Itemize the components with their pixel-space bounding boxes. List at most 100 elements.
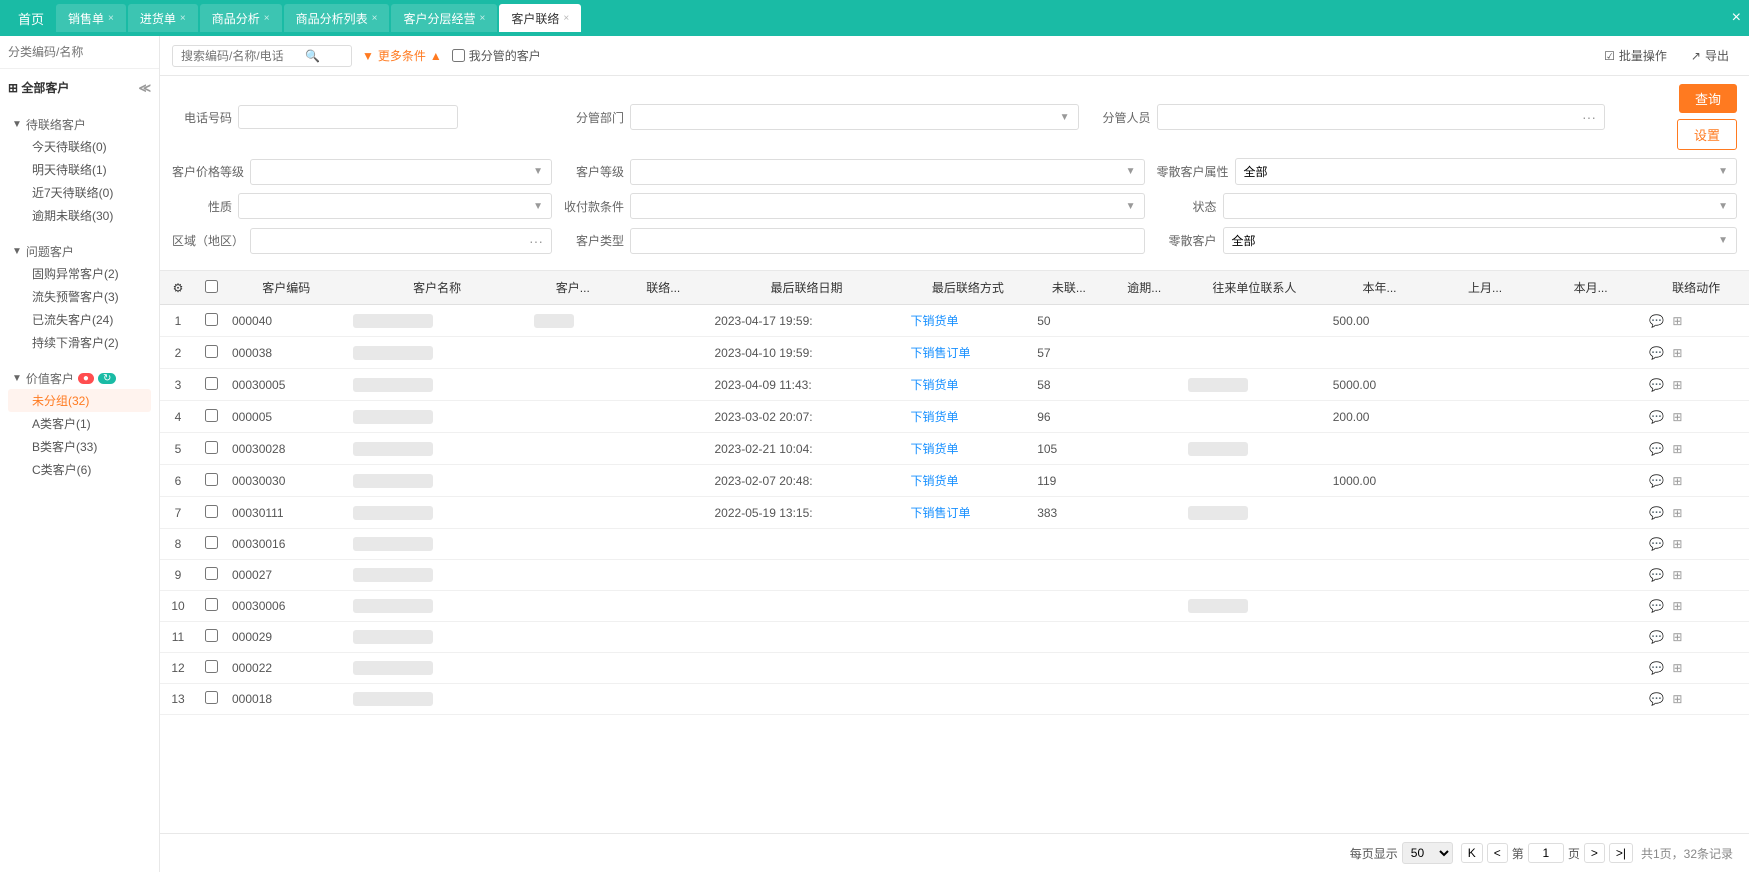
nature-select[interactable]: ▼ xyxy=(238,193,552,219)
phone-input[interactable] xyxy=(238,105,458,129)
reset-button[interactable]: 设置 xyxy=(1677,119,1737,150)
row-checkbox[interactable] xyxy=(205,409,218,422)
sidebar-item-class-a[interactable]: A类客户(1) xyxy=(8,412,151,435)
cell-check[interactable] xyxy=(196,653,226,684)
more-icon[interactable]: ⊞ xyxy=(1672,692,1682,706)
close-icon[interactable]: × xyxy=(108,13,114,24)
tab-purchase-order[interactable]: 进货单 × xyxy=(128,4,198,32)
th-settings[interactable]: ⚙ xyxy=(160,271,196,305)
grade-select[interactable]: ▼ xyxy=(630,159,1145,185)
my-customers-check[interactable] xyxy=(452,49,465,62)
contact-icon[interactable]: 💬 xyxy=(1649,314,1664,328)
contact-icon[interactable]: 💬 xyxy=(1649,661,1664,675)
row-checkbox[interactable] xyxy=(205,691,218,704)
tab-product-analysis-list[interactable]: 商品分析列表 × xyxy=(284,4,390,32)
page-number-input[interactable] xyxy=(1528,843,1564,863)
cell-check[interactable] xyxy=(196,433,226,465)
cell-way[interactable]: 下销货单 xyxy=(905,305,1032,337)
sidebar-item-churned[interactable]: 已流失客户(24) xyxy=(8,308,151,331)
staff-dots-icon[interactable]: ··· xyxy=(1582,109,1596,125)
way-link[interactable]: 下销货单 xyxy=(911,314,959,328)
contact-icon[interactable]: 💬 xyxy=(1649,410,1664,424)
more-icon[interactable]: ⊞ xyxy=(1672,568,1682,582)
query-button[interactable]: 查询 xyxy=(1679,84,1737,113)
contact-icon[interactable]: 💬 xyxy=(1649,442,1664,456)
more-icon[interactable]: ⊞ xyxy=(1672,442,1682,456)
problem-group-label[interactable]: ▼ 问题客户 xyxy=(8,239,151,262)
dept-select[interactable]: ▼ xyxy=(630,104,1079,130)
contact-icon[interactable]: 💬 xyxy=(1649,474,1664,488)
contact-icon[interactable]: 💬 xyxy=(1649,378,1664,392)
staff-select[interactable]: ··· xyxy=(1157,104,1606,130)
row-checkbox[interactable] xyxy=(205,473,218,486)
more-icon[interactable]: ⊞ xyxy=(1672,474,1682,488)
select-all-checkbox[interactable] xyxy=(205,280,218,293)
sidebar-item-7day-pending[interactable]: 近7天待联络(0) xyxy=(8,181,151,204)
sidebar-item-class-c[interactable]: C类客户(6) xyxy=(8,458,151,481)
cell-way[interactable]: 下销货单 xyxy=(905,369,1032,401)
cell-way[interactable]: 下销货单 xyxy=(905,433,1032,465)
contact-icon[interactable]: 💬 xyxy=(1649,568,1664,582)
sidebar-search-input[interactable] xyxy=(8,45,160,59)
row-checkbox[interactable] xyxy=(205,345,218,358)
more-icon[interactable]: ⊞ xyxy=(1672,410,1682,424)
more-conditions-button[interactable]: ▼ 更多条件 ▲ xyxy=(362,47,442,64)
way-link[interactable]: 下销货单 xyxy=(911,474,959,488)
status-select[interactable]: ▼ xyxy=(1223,193,1738,219)
cell-way[interactable]: 下销售订单 xyxy=(905,337,1032,369)
row-checkbox[interactable] xyxy=(205,536,218,549)
cell-check[interactable] xyxy=(196,591,226,622)
sidebar-item-today-pending[interactable]: 今天待联络(0) xyxy=(8,135,151,158)
contact-icon[interactable]: 💬 xyxy=(1649,692,1664,706)
more-icon[interactable]: ⊞ xyxy=(1672,661,1682,675)
more-icon[interactable]: ⊞ xyxy=(1672,314,1682,328)
way-link[interactable]: 下销货单 xyxy=(911,442,959,456)
prev-page-button[interactable]: < xyxy=(1487,843,1508,863)
sidebar-item-abnormal[interactable]: 固购异常客户(2) xyxy=(8,262,151,285)
contact-icon[interactable]: 💬 xyxy=(1649,537,1664,551)
tab-product-analysis[interactable]: 商品分析 × xyxy=(200,4,282,32)
value-group-label[interactable]: ▼ 价值客户 ● ↻ xyxy=(8,366,151,389)
way-link[interactable]: 下销售订单 xyxy=(911,506,971,520)
cell-check[interactable] xyxy=(196,465,226,497)
payment-select[interactable]: ▼ xyxy=(630,193,1144,219)
customer-type-select[interactable] xyxy=(630,228,1145,254)
row-checkbox[interactable] xyxy=(205,598,218,611)
row-checkbox[interactable] xyxy=(205,441,218,454)
way-link[interactable]: 下销货单 xyxy=(911,378,959,392)
cell-way[interactable]: 下销货单 xyxy=(905,401,1032,433)
close-icon[interactable]: × xyxy=(479,13,485,24)
cell-check[interactable] xyxy=(196,622,226,653)
way-link[interactable]: 下销货单 xyxy=(911,410,959,424)
export-button[interactable]: ↗ 导出 xyxy=(1683,44,1737,67)
more-icon[interactable]: ⊞ xyxy=(1672,346,1682,360)
sidebar-item-churn-warning[interactable]: 流失预警客户(3) xyxy=(8,285,151,308)
sidebar-item-class-b[interactable]: B类客户(33) xyxy=(8,435,151,458)
sidebar-item-tomorrow-pending[interactable]: 明天待联络(1) xyxy=(8,158,151,181)
region-dots-icon[interactable]: ··· xyxy=(529,233,543,249)
home-tab[interactable]: 首页 xyxy=(8,9,54,28)
contact-icon[interactable]: 💬 xyxy=(1649,346,1664,360)
retail-customer-select[interactable]: 全部 ▼ xyxy=(1223,227,1738,254)
cell-check[interactable] xyxy=(196,337,226,369)
window-close-icon[interactable]: × xyxy=(1732,9,1741,27)
close-icon[interactable]: × xyxy=(264,13,270,24)
more-icon[interactable]: ⊞ xyxy=(1672,599,1682,613)
close-icon[interactable]: × xyxy=(180,13,186,24)
pending-group-label[interactable]: ▼ 待联络客户 xyxy=(8,112,151,135)
batch-op-button[interactable]: ☑ 批量操作 xyxy=(1596,44,1675,67)
cell-check[interactable] xyxy=(196,684,226,715)
tab-customer-tier[interactable]: 客户分层经营 × xyxy=(391,4,497,32)
contact-icon[interactable]: 💬 xyxy=(1649,599,1664,613)
search-icon[interactable]: 🔍 xyxy=(305,49,320,63)
more-icon[interactable]: ⊞ xyxy=(1672,378,1682,392)
row-checkbox[interactable] xyxy=(205,567,218,580)
close-icon[interactable]: × xyxy=(372,13,378,24)
first-page-button[interactable]: K xyxy=(1461,843,1483,863)
region-select[interactable]: ··· xyxy=(250,228,552,254)
next-page-button[interactable]: > xyxy=(1584,843,1605,863)
row-checkbox[interactable] xyxy=(205,313,218,326)
tab-sales-order[interactable]: 销售单 × xyxy=(56,4,126,32)
collapse-icon[interactable]: ≪ xyxy=(138,81,151,95)
search-input[interactable] xyxy=(181,49,301,63)
